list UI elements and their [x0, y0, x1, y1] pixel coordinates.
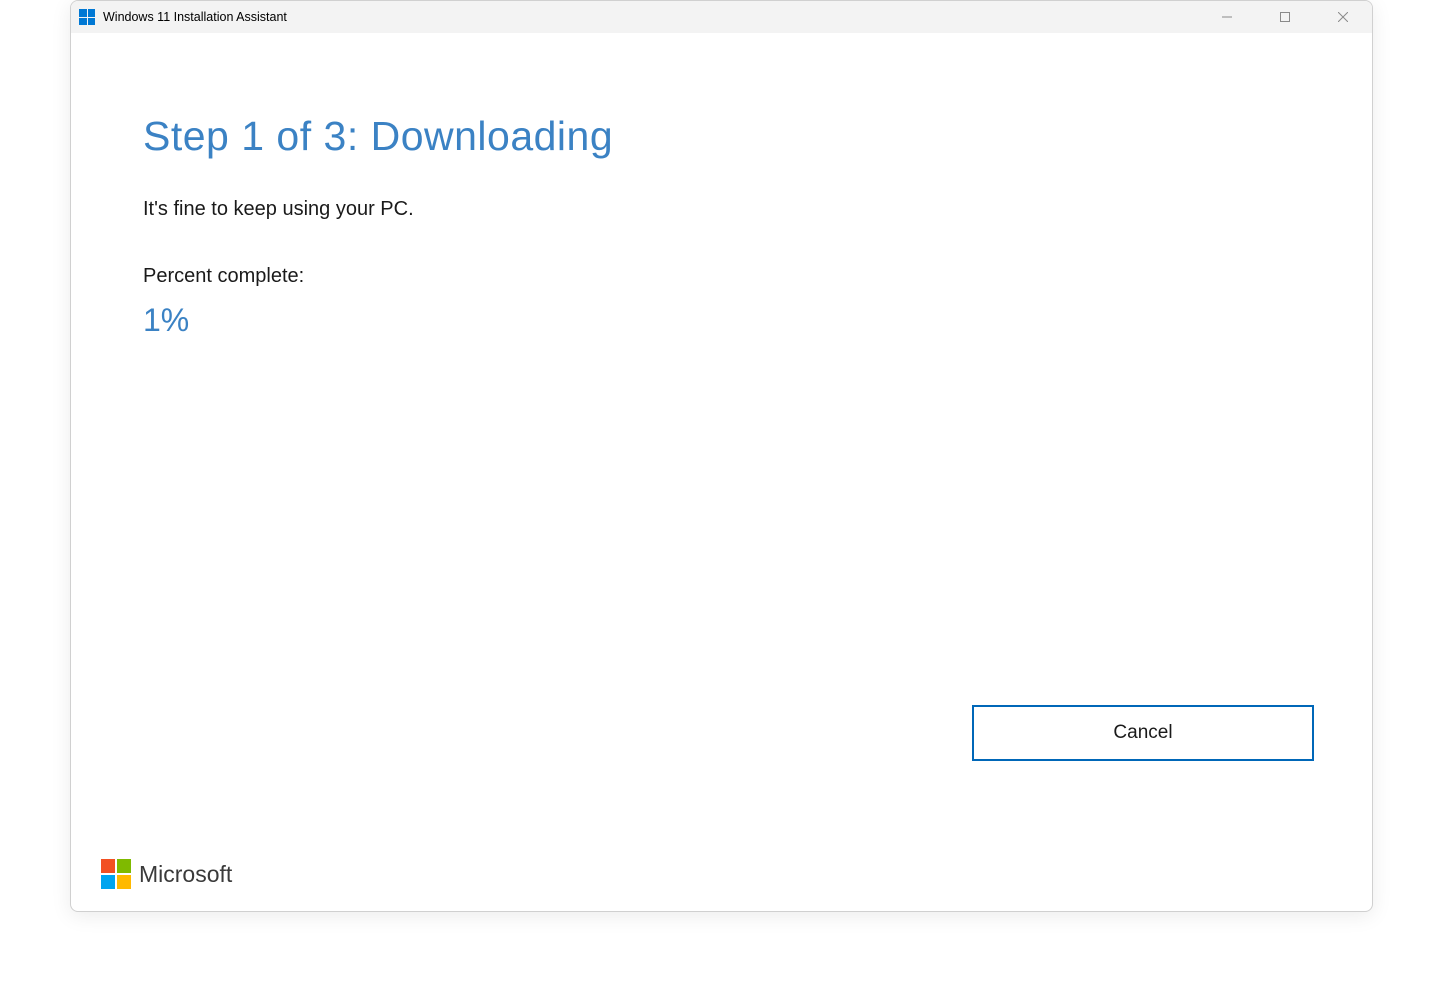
microsoft-logo-icon: [101, 859, 131, 889]
footer: Microsoft: [71, 859, 1372, 911]
minimize-button[interactable]: [1198, 1, 1256, 33]
installer-window: Windows 11 Installation Assistant Step 1…: [70, 0, 1373, 912]
step-heading: Step 1 of 3: Downloading: [143, 113, 1300, 160]
content-area: Step 1 of 3: Downloading It's fine to ke…: [71, 33, 1372, 859]
minimize-icon: [1222, 12, 1232, 22]
brand-text: Microsoft: [139, 861, 232, 888]
close-icon: [1338, 12, 1348, 22]
percent-complete-value: 1%: [143, 302, 1300, 339]
percent-complete-label: Percent complete:: [143, 265, 1300, 288]
close-button[interactable]: [1314, 1, 1372, 33]
window-controls: [1198, 1, 1372, 33]
maximize-icon: [1280, 12, 1290, 22]
cancel-button[interactable]: Cancel: [972, 705, 1314, 761]
windows-logo-icon: [79, 9, 95, 25]
maximize-button[interactable]: [1256, 1, 1314, 33]
step-subtext: It's fine to keep using your PC.: [143, 198, 1300, 221]
window-title: Windows 11 Installation Assistant: [103, 10, 1198, 24]
titlebar: Windows 11 Installation Assistant: [71, 1, 1372, 33]
